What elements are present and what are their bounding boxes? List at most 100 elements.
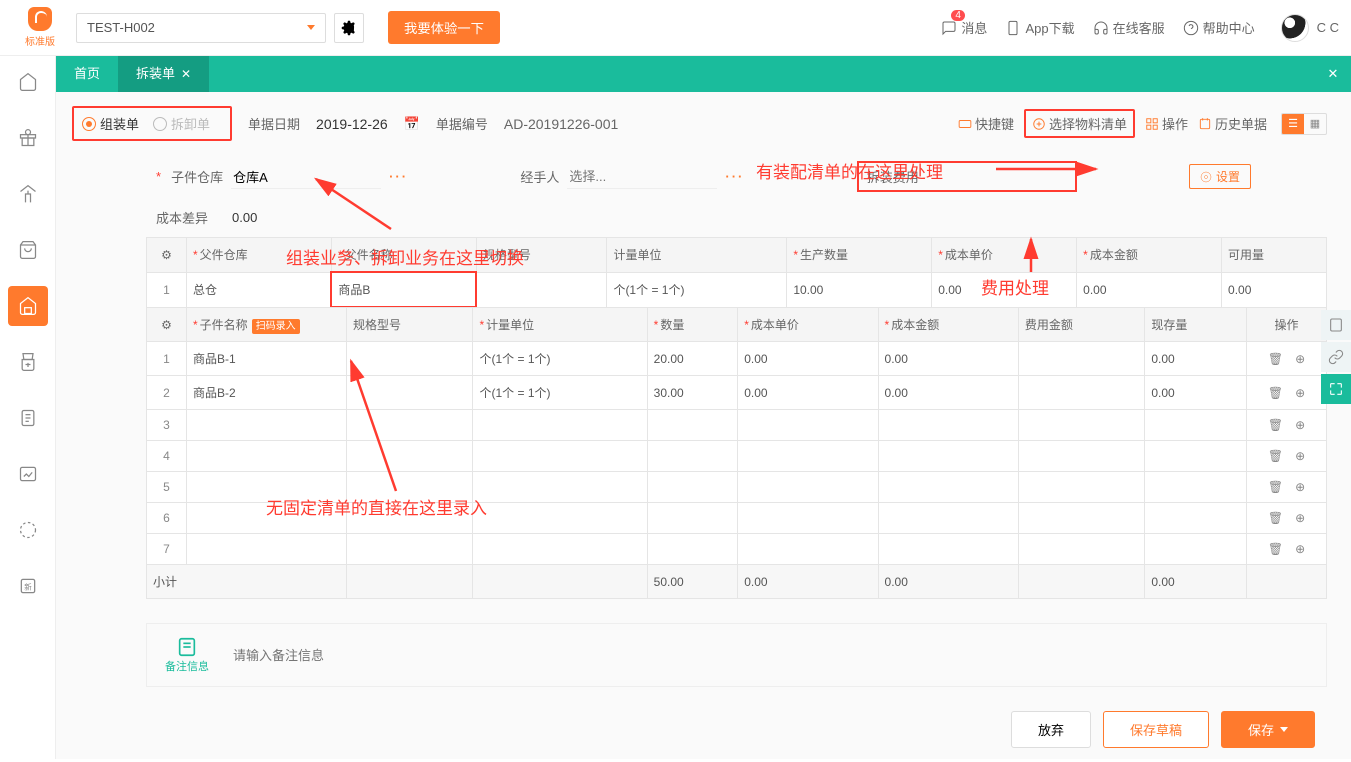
view-toggle[interactable]: ☰▦ [1281, 113, 1327, 135]
view-grid-icon: ▦ [1304, 114, 1326, 134]
table-row[interactable]: 2商品B-2个(1个 = 1个)30.000.000.000.00🗑⊕ [147, 376, 1327, 410]
sidebar: 新 [0, 56, 56, 759]
sidebar-money[interactable] [8, 342, 48, 382]
delete-row-icon[interactable]: 🗑 [1268, 386, 1283, 400]
operate-link[interactable]: 操作 [1145, 114, 1188, 133]
keyboard-icon [958, 117, 972, 131]
bill-type-radio-group: 组装单 拆卸单 [72, 106, 232, 141]
store-selector[interactable]: TEST-H002 [76, 13, 326, 43]
table-settings-header[interactable]: ⚙ [147, 238, 187, 273]
delete-row-icon[interactable]: 🗑 [1268, 449, 1283, 463]
subtotal-row: 小计 50.00 0.00 0.00 0.00 [147, 565, 1327, 599]
delete-row-icon[interactable]: 🗑 [1268, 511, 1283, 525]
remark-input[interactable] [227, 642, 1308, 669]
form-row-1: *子件仓库 ··· 经手人 ··· 拆装费用 设置 [56, 155, 1351, 198]
cost-diff-label: 成本差异 [156, 208, 208, 227]
tab-home[interactable]: 首页 [56, 56, 118, 92]
handler-field[interactable]: 经手人 ··· [520, 165, 744, 189]
table-settings-header[interactable]: ⚙ [147, 308, 187, 342]
cost-diff-value: 0.00 [232, 210, 257, 225]
tryout-button[interactable]: 我要体验一下 [388, 11, 500, 44]
barcode-input-tag[interactable]: 扫码录入 [252, 319, 300, 334]
more-icon[interactable]: ··· [389, 169, 408, 184]
more-icon[interactable]: ··· [725, 169, 744, 184]
sidebar-report[interactable] [8, 454, 48, 494]
logo[interactable]: 标准版 [12, 7, 68, 48]
logo-edition: 标准版 [25, 33, 55, 48]
store-name: TEST-H002 [87, 20, 155, 35]
message-icon [941, 20, 957, 36]
table-row[interactable]: 1商品B-1个(1个 = 1个)20.000.000.000.00🗑⊕ [147, 342, 1327, 376]
add-row-icon[interactable]: ⊕ [1295, 511, 1305, 525]
top-bar: 标准版 TEST-H002 我要体验一下 4 消息 App下载 在线客服 帮助中… [0, 0, 1351, 56]
list-icon [1032, 117, 1046, 131]
note-tool[interactable] [1321, 310, 1351, 340]
table-row[interactable]: 4🗑⊕ [147, 441, 1327, 472]
delete-row-icon[interactable]: 🗑 [1268, 418, 1283, 432]
select-bom-link[interactable]: 选择物料清单 [1024, 109, 1135, 138]
calendar-icon[interactable]: 📅 [404, 116, 420, 132]
link-tool[interactable] [1321, 342, 1351, 372]
table-row[interactable]: 3🗑⊕ [147, 410, 1327, 441]
online-service-link[interactable]: 在线客服 [1093, 18, 1165, 37]
help-center-link[interactable]: 帮助中心 [1183, 18, 1255, 37]
gear-icon [341, 20, 357, 36]
add-row-icon[interactable]: ⊕ [1295, 418, 1305, 432]
settings-button[interactable] [334, 13, 364, 43]
save-draft-button[interactable]: 保存草稿 [1103, 711, 1209, 748]
parent-name-cell[interactable]: 商品B [331, 272, 476, 307]
view-list-icon: ☰ [1282, 114, 1304, 134]
child-warehouse-field[interactable]: *子件仓库 ··· [156, 165, 408, 189]
parent-row[interactable]: 1 总仓 商品B 个(1个 = 1个) 10.00 0.00 0.00 0.00 [147, 272, 1327, 307]
page-tabs: 首页 拆装单 ✕ ✕ [56, 56, 1351, 92]
discard-button[interactable]: 放弃 [1011, 711, 1091, 748]
delete-row-icon[interactable]: 🗑 [1268, 352, 1283, 366]
message-link[interactable]: 4 消息 [941, 18, 987, 37]
tab-assembly[interactable]: 拆装单 ✕ [118, 56, 209, 92]
add-row-icon[interactable]: ⊕ [1295, 386, 1305, 400]
form-row-2: 成本差异 0.00 [56, 198, 1351, 237]
radio-disassemble[interactable]: 拆卸单 [153, 114, 210, 133]
add-row-icon[interactable]: ⊕ [1295, 352, 1305, 366]
sidebar-warehouse[interactable] [8, 286, 48, 326]
help-icon [1183, 20, 1199, 36]
mobile-icon [1005, 20, 1021, 36]
remark-block: 备注信息 [146, 623, 1327, 687]
sidebar-new[interactable]: 新 [8, 566, 48, 606]
gear-icon [1200, 171, 1212, 183]
app-download-link[interactable]: App下载 [1005, 18, 1074, 37]
sidebar-gift[interactable] [8, 118, 48, 158]
sidebar-shopping[interactable] [8, 230, 48, 270]
sidebar-upload[interactable] [8, 174, 48, 214]
grid-icon [1145, 117, 1159, 131]
message-badge: 4 [951, 10, 965, 21]
parent-table: ⚙ *父件仓库 *父件名称 规格型号 计量单位 *生产数量 *成本单价 *成本金… [146, 237, 1327, 308]
table-row[interactable]: 5🗑⊕ [147, 472, 1327, 503]
date-value[interactable]: 2019-12-26 [316, 116, 388, 132]
add-row-icon[interactable]: ⊕ [1295, 542, 1305, 556]
add-row-icon[interactable]: ⊕ [1295, 480, 1305, 494]
delete-row-icon[interactable]: 🗑 [1268, 542, 1283, 556]
logo-icon [28, 7, 52, 31]
add-row-icon[interactable]: ⊕ [1295, 449, 1305, 463]
radio-assemble[interactable]: 组装单 [82, 114, 139, 133]
delete-row-icon[interactable]: 🗑 [1268, 480, 1283, 494]
fullscreen-tool[interactable] [1321, 374, 1351, 404]
shortcut-link[interactable]: 快捷键 [958, 114, 1014, 133]
history-link[interactable]: 历史单据 [1198, 114, 1267, 133]
tabs-close-all[interactable]: ✕ [1315, 56, 1351, 92]
avatar[interactable] [1281, 14, 1309, 42]
table-row[interactable]: 7🗑⊕ [147, 534, 1327, 565]
sidebar-sync[interactable] [8, 510, 48, 550]
toolbar: 组装单 拆卸单 单据日期 2019-12-26 📅 单据编号 AD-201912… [56, 92, 1351, 155]
fee-field[interactable]: 拆装费用 [857, 161, 1077, 192]
table-row[interactable]: 6🗑⊕ [147, 503, 1327, 534]
sidebar-clipboard[interactable] [8, 398, 48, 438]
close-icon[interactable]: ✕ [181, 56, 191, 92]
sidebar-home[interactable] [8, 62, 48, 102]
history-icon [1198, 117, 1212, 131]
child-table: ⚙ *子件名称扫码录入 规格型号 *计量单位 *数量 *成本单价 *成本金额 费… [146, 307, 1327, 599]
save-button[interactable]: 保存 [1221, 711, 1315, 748]
settings-button[interactable]: 设置 [1189, 164, 1251, 189]
code-label: 单据编号 [436, 114, 488, 133]
